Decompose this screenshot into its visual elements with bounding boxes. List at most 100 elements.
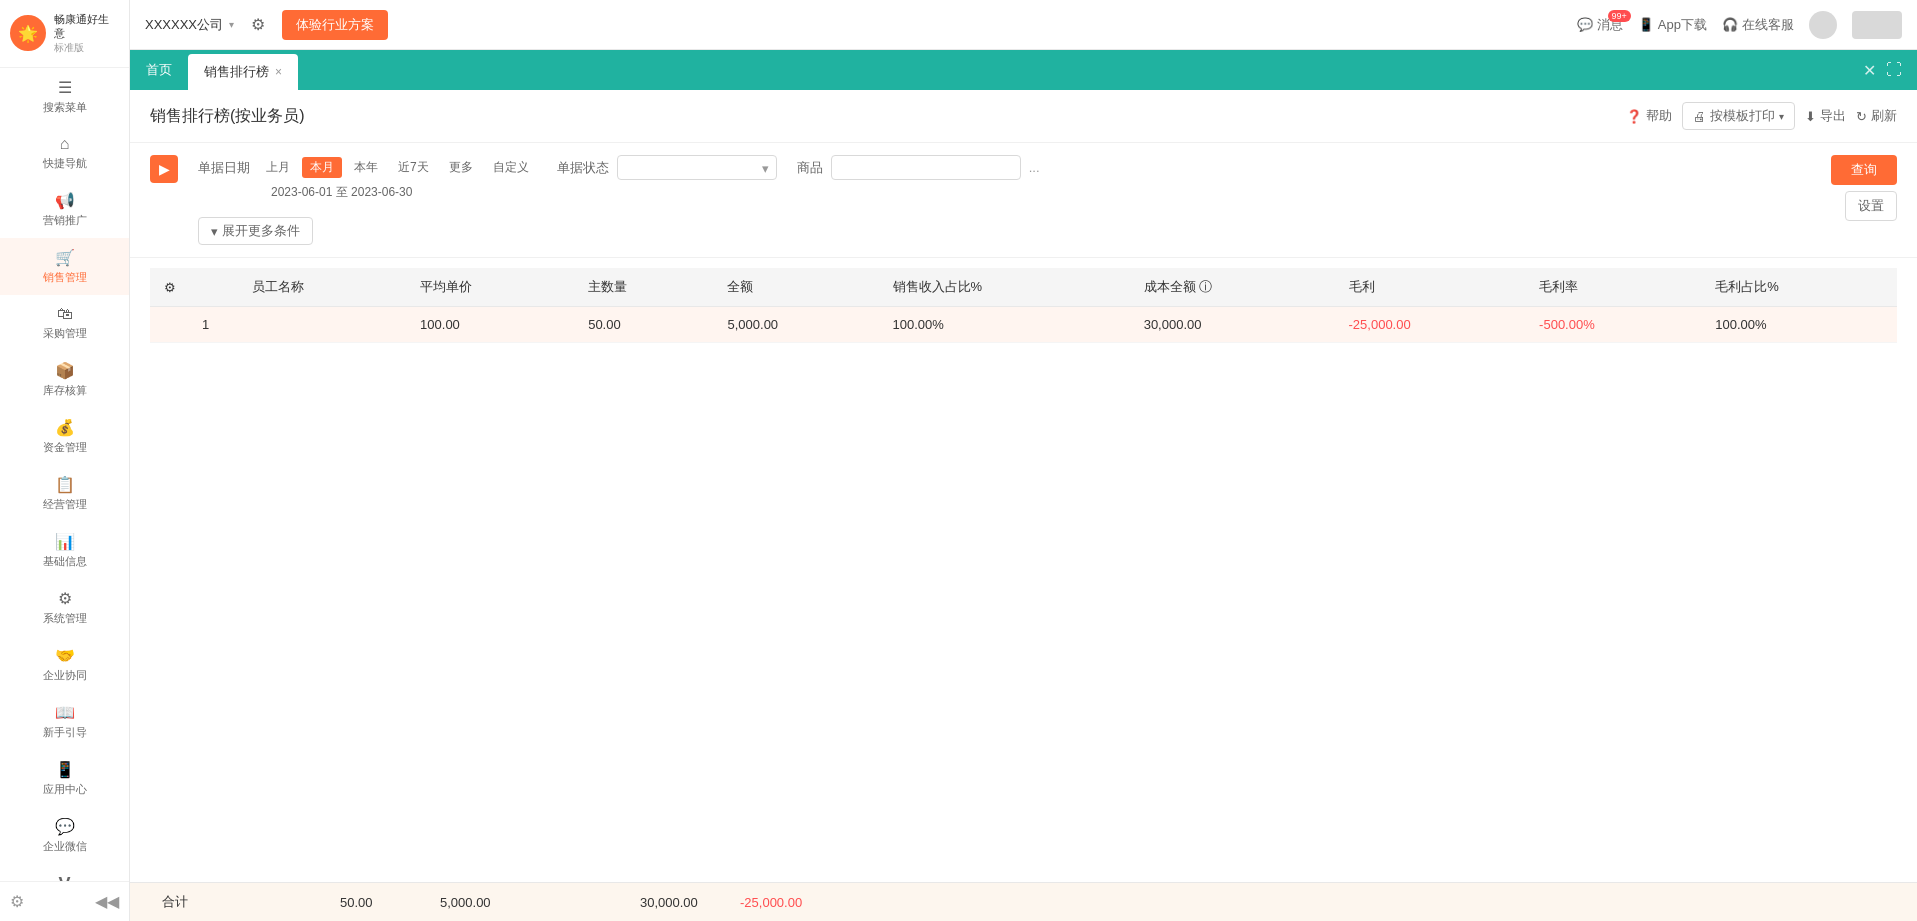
status-select[interactable] <box>617 155 777 180</box>
col-amount-header: 全额 <box>715 268 880 307</box>
date-tab-last-month[interactable]: 上月 <box>258 157 298 178</box>
col-avg-price-header: 平均单价 <box>408 268 576 307</box>
cell-avg-price: 100.00 <box>408 307 576 343</box>
help-button[interactable]: ❓ 帮助 <box>1626 107 1672 125</box>
date-tab-custom[interactable]: 自定义 <box>485 157 537 178</box>
window-maximize-button[interactable]: ⛶ <box>1886 61 1902 79</box>
online-service-button[interactable]: 🎧 在线客服 <box>1722 16 1794 34</box>
date-range-display: 2023-06-01 至 2023-06-30 <box>271 184 1811 201</box>
export-button[interactable]: ⬇ 导出 <box>1805 107 1846 125</box>
cell-amount: 5,000.00 <box>715 307 880 343</box>
date-tab-this-month[interactable]: 本月 <box>302 157 342 178</box>
settings-small-button[interactable]: 设置 <box>1845 191 1897 221</box>
sidebar-item-label: 系统管理 <box>43 611 87 626</box>
sidebar-item-label: 应用中心 <box>43 782 87 797</box>
expand-wrap: ▾ 展开更多条件 <box>198 209 1811 245</box>
col-gross-header: 毛利 <box>1337 268 1528 307</box>
sidebar-nav: ☰ 搜索菜单 ⌂ 快捷导航 📢 营销推广 🛒 销售管理 🛍 采购管理 📦 库存核… <box>0 68 129 881</box>
expand-more-button[interactable]: ▾ 展开更多条件 <box>198 217 313 245</box>
date-filter-label: 单据日期 <box>198 159 250 177</box>
logo-text: 畅康通好生意 <box>54 12 119 41</box>
message-button[interactable]: 💬 消息 99+ <box>1577 16 1623 34</box>
chevron-down-icon: ▾ <box>229 19 234 30</box>
col-gross-rate-header: 毛利率 <box>1527 268 1703 307</box>
col-settings-header[interactable]: ⚙ <box>150 268 190 307</box>
topbar-settings-button[interactable]: ⚙ <box>244 11 272 39</box>
enterprise-icon: 🤝 <box>55 646 75 665</box>
filter-toggle-button[interactable]: ▶ <box>150 155 178 183</box>
help-icon: ❓ <box>1626 109 1642 124</box>
table-row[interactable]: 1 100.00 50.00 5,000.00 100.00% 30,000.0… <box>150 307 1897 343</box>
topbar: XXXXXX公司 ▾ ⚙ 体验行业方案 💬 消息 99+ 📱 App下载 🎧 在… <box>130 0 1917 50</box>
page-title: 销售排行榜(按业务员) <box>150 106 305 127</box>
trial-button[interactable]: 体验行业方案 <box>282 10 388 40</box>
sidebar-item-finance[interactable]: 💰 资金管理 <box>0 408 129 465</box>
inventory-icon: 📦 <box>55 361 75 380</box>
tabbar: 首页 销售排行榜 × ✕ ⛶ <box>130 50 1917 90</box>
sidebar-item-label: 营销推广 <box>43 213 87 228</box>
guide-icon: 📖 <box>55 703 75 722</box>
system-icon: ⚙ <box>58 589 72 608</box>
sidebar-item-enterprise[interactable]: 🤝 企业协同 <box>0 636 129 693</box>
sidebar-item-inventory[interactable]: 📦 库存核算 <box>0 351 129 408</box>
app-download-label: App下载 <box>1658 16 1707 34</box>
sidebar-item-purchase[interactable]: 🛍 采购管理 <box>0 295 129 351</box>
sidebar-item-label: 资金管理 <box>43 440 87 455</box>
date-tab-7days[interactable]: 近7天 <box>390 157 437 178</box>
goods-filter-label: 商品 <box>797 159 823 177</box>
page-actions: ❓ 帮助 🖨 按模板打印 ▾ ⬇ 导出 ↻ 刷新 <box>1626 102 1897 130</box>
sales-rank-tab-label: 销售排行榜 <box>204 63 269 81</box>
sidebar-item-basic-info[interactable]: 📊 基础信息 <box>0 522 129 579</box>
more-options-link[interactable]: ... <box>1029 160 1040 175</box>
sidebar-item-label: 基础信息 <box>43 554 87 569</box>
tab-close-icon[interactable]: × <box>275 65 282 79</box>
user-avatar[interactable] <box>1809 11 1837 39</box>
sidebar-item-label: 新手引导 <box>43 725 87 740</box>
sidebar-settings-icon[interactable]: ⚙ <box>10 892 24 911</box>
cell-sales-pct: 100.00% <box>881 307 1132 343</box>
message-icon: 💬 <box>1577 17 1593 32</box>
date-tab-this-year[interactable]: 本年 <box>346 157 386 178</box>
sidebar-item-search[interactable]: ☰ 搜索菜单 <box>0 68 129 125</box>
sidebar-item-operations[interactable]: 📋 经营管理 <box>0 465 129 522</box>
sidebar-item-appstore[interactable]: 📱 应用中心 <box>0 750 129 807</box>
sidebar-item-label: 经营管理 <box>43 497 87 512</box>
sidebar-item-quicknav[interactable]: ⌂ 快捷导航 <box>0 125 129 181</box>
cell-gross: -25,000.00 <box>1337 307 1528 343</box>
date-tabs: 上月 本月 本年 近7天 更多 自定义 <box>258 157 537 178</box>
goods-input[interactable] <box>831 155 1021 180</box>
export-label: 导出 <box>1820 107 1846 125</box>
status-filter-item: 单据状态 <box>557 155 777 180</box>
sidebar-item-marketing[interactable]: 📢 营销推广 <box>0 181 129 238</box>
tab-sales-rank[interactable]: 销售排行榜 × <box>188 54 298 90</box>
filter-right-actions: 查询 设置 <box>1831 155 1897 221</box>
sidebar-item-sales[interactable]: 🛒 销售管理 <box>0 238 129 295</box>
cell-cost: 30,000.00 <box>1132 307 1337 343</box>
chevron-down-icon: ▾ <box>211 224 218 239</box>
purchase-icon: 🛍 <box>57 305 73 323</box>
col-main-qty-header: 主数量 <box>576 268 715 307</box>
date-tab-more[interactable]: 更多 <box>441 157 481 178</box>
basic-info-icon: 📊 <box>55 532 75 551</box>
sidebar-item-system[interactable]: ⚙ 系统管理 <box>0 579 129 636</box>
query-button[interactable]: 查询 <box>1831 155 1897 185</box>
company-selector[interactable]: XXXXXX公司 ▾ <box>145 16 234 34</box>
window-close-button[interactable]: ✕ <box>1863 61 1876 80</box>
print-button[interactable]: 🖨 按模板打印 ▾ <box>1682 102 1795 130</box>
sidebar-item-member[interactable]: V 畅会员 <box>0 864 129 881</box>
sales-icon: 🛒 <box>55 248 75 267</box>
col-sales-pct-header: 销售收入占比% <box>881 268 1132 307</box>
online-service-label: 在线客服 <box>1742 16 1794 34</box>
cell-settings <box>150 307 190 343</box>
sidebar-collapse-icon[interactable]: ◀◀ <box>95 892 119 911</box>
refresh-button[interactable]: ↻ 刷新 <box>1856 107 1897 125</box>
filter-inner: ▶ 单据日期 上月 本月 本年 近7天 更多 <box>150 155 1897 245</box>
sidebar-item-label: 采购管理 <box>43 326 87 341</box>
app-download-button[interactable]: 📱 App下载 <box>1638 16 1707 34</box>
sales-rank-table: ⚙ 员工名称 平均单价 主数量 全额 销售收入占比% 成本全额 ⓘ 毛利 毛利率… <box>150 268 1897 343</box>
goods-filter-item: 商品 ... <box>797 155 1040 180</box>
sidebar-item-guide[interactable]: 📖 新手引导 <box>0 693 129 750</box>
status-select-wrap <box>617 155 777 180</box>
sidebar-item-wechat[interactable]: 💬 企业微信 <box>0 807 129 864</box>
tab-home[interactable]: 首页 <box>130 50 188 90</box>
